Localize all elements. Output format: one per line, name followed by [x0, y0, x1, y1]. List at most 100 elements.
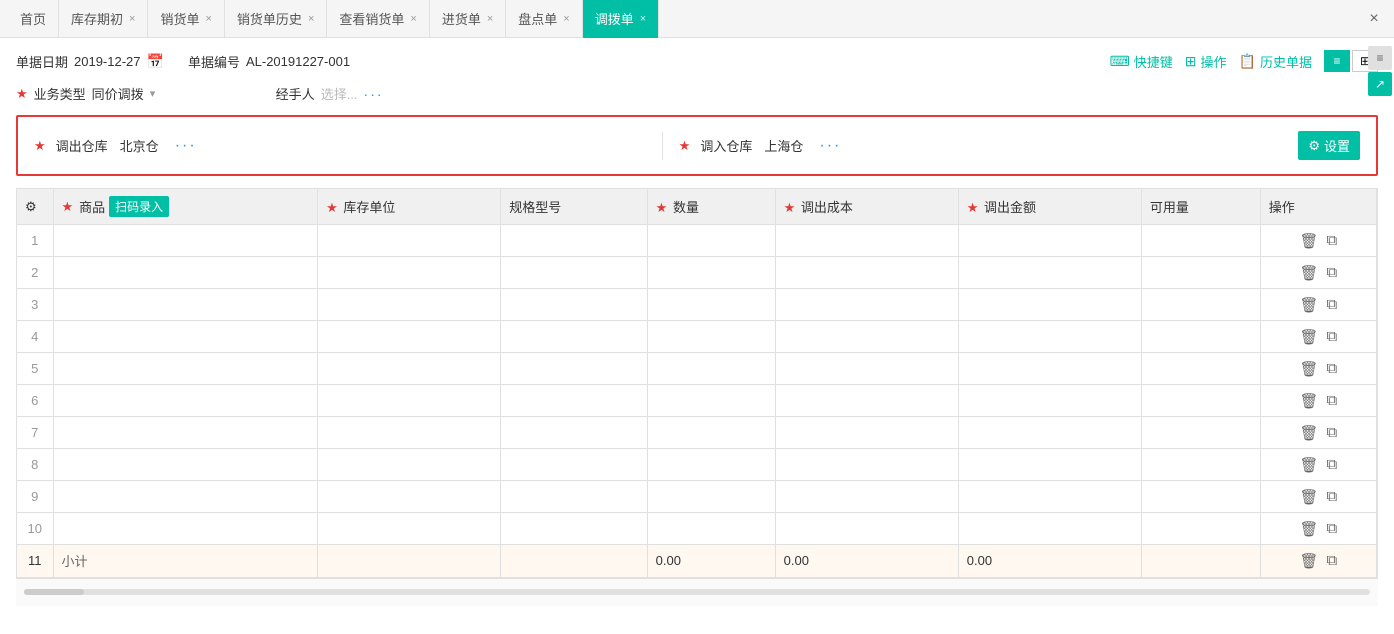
product-cell[interactable]	[53, 225, 318, 257]
copy-row-icon[interactable]: ⧉	[1327, 328, 1338, 345]
barcode-scan-button[interactable]: 扫码录入	[109, 196, 169, 217]
spec-cell[interactable]	[501, 417, 647, 449]
spec-cell[interactable]	[501, 257, 647, 289]
tab-sales-history[interactable]: 销货单历史 ×	[225, 0, 327, 38]
tab-inventory-check-close[interactable]: ×	[563, 13, 569, 25]
copy-row-icon[interactable]: ⧉	[1327, 520, 1338, 537]
delete-row-icon[interactable]: 🗑	[1299, 520, 1318, 538]
copy-row-icon[interactable]: ⧉	[1327, 456, 1338, 473]
transfer-cost-cell[interactable]	[775, 417, 958, 449]
copy-row-icon[interactable]: ⧉	[1327, 232, 1338, 249]
tab-transfer-order-close[interactable]: ×	[640, 13, 646, 25]
qty-cell[interactable]	[647, 225, 775, 257]
person-input[interactable]: 选择...	[321, 84, 358, 103]
product-cell[interactable]	[53, 289, 318, 321]
tab-view-sales[interactable]: 查看销货单 ×	[327, 0, 429, 38]
transfer-amount-cell[interactable]	[958, 321, 1141, 353]
transfer-amount-cell[interactable]	[958, 225, 1141, 257]
calendar-icon[interactable]: 📅	[147, 53, 164, 70]
unit-cell[interactable]	[318, 417, 501, 449]
operations-button[interactable]: ⊞ 操作	[1185, 52, 1227, 71]
product-cell[interactable]	[53, 417, 318, 449]
delete-row-icon[interactable]: 🗑	[1299, 264, 1318, 282]
delete-row-icon[interactable]: 🗑	[1299, 552, 1318, 570]
tab-sales-history-close[interactable]: ×	[308, 13, 314, 25]
transfer-cost-cell[interactable]	[775, 513, 958, 545]
unit-cell[interactable]	[318, 353, 501, 385]
spec-cell[interactable]	[501, 353, 647, 385]
spec-cell[interactable]	[501, 385, 647, 417]
tab-sales-order[interactable]: 销货单 ×	[148, 0, 224, 38]
spec-cell[interactable]	[501, 449, 647, 481]
tab-transfer-order[interactable]: 调拨单 ×	[583, 0, 659, 38]
copy-row-icon[interactable]: ⧉	[1327, 360, 1338, 377]
tab-inventory-init-close[interactable]: ×	[129, 13, 135, 25]
delete-row-icon[interactable]: 🗑	[1299, 424, 1318, 442]
product-cell[interactable]	[53, 481, 318, 513]
delete-row-icon[interactable]: 🗑	[1299, 232, 1318, 250]
person-more-button[interactable]: ···	[364, 86, 384, 102]
transfer-cost-cell[interactable]	[775, 353, 958, 385]
qty-cell[interactable]	[647, 417, 775, 449]
qty-cell[interactable]	[647, 385, 775, 417]
transfer-cost-cell[interactable]	[775, 225, 958, 257]
transfer-cost-cell[interactable]	[775, 385, 958, 417]
qty-cell[interactable]	[647, 513, 775, 545]
transfer-amount-cell[interactable]	[958, 289, 1141, 321]
spec-cell[interactable]	[501, 289, 647, 321]
list-view-button[interactable]: ≡	[1324, 50, 1350, 72]
product-cell[interactable]	[53, 321, 318, 353]
unit-cell[interactable]	[318, 385, 501, 417]
unit-cell[interactable]	[318, 513, 501, 545]
delete-row-icon[interactable]: 🗑	[1299, 392, 1318, 410]
unit-cell[interactable]	[318, 449, 501, 481]
unit-cell[interactable]	[318, 321, 501, 353]
transfer-cost-cell[interactable]	[775, 321, 958, 353]
delete-row-icon[interactable]: 🗑	[1299, 360, 1318, 378]
delete-row-icon[interactable]: 🗑	[1299, 456, 1318, 474]
transfer-amount-cell[interactable]	[958, 257, 1141, 289]
copy-row-icon[interactable]: ⧉	[1327, 392, 1338, 409]
shortcut-button[interactable]: ⌨ 快捷键	[1110, 52, 1173, 71]
delete-row-icon[interactable]: 🗑	[1299, 296, 1318, 314]
tab-inventory-check[interactable]: 盘点单 ×	[506, 0, 582, 38]
tab-home[interactable]: 首页	[8, 0, 59, 38]
spec-cell[interactable]	[501, 321, 647, 353]
qty-cell[interactable]	[647, 449, 775, 481]
scroll-track[interactable]	[24, 589, 1370, 595]
copy-row-icon[interactable]: ⧉	[1327, 552, 1338, 569]
transfer-cost-cell[interactable]	[775, 257, 958, 289]
product-cell[interactable]	[53, 353, 318, 385]
unit-cell[interactable]	[318, 289, 501, 321]
tab-view-sales-close[interactable]: ×	[410, 13, 416, 25]
tab-purchase-order[interactable]: 进货单 ×	[430, 0, 506, 38]
history-button[interactable]: 📋 历史单据	[1239, 52, 1312, 71]
transfer-cost-cell[interactable]	[775, 481, 958, 513]
qty-cell[interactable]	[647, 257, 775, 289]
product-cell[interactable]	[53, 385, 318, 417]
transfer-cost-cell[interactable]	[775, 289, 958, 321]
unit-cell[interactable]	[318, 257, 501, 289]
warehouse-in-more-button[interactable]: ···	[811, 137, 849, 155]
delete-row-icon[interactable]: 🗑	[1299, 328, 1318, 346]
copy-row-icon[interactable]: ⧉	[1327, 296, 1338, 313]
tab-sales-order-close[interactable]: ×	[205, 13, 211, 25]
unit-cell[interactable]	[318, 225, 501, 257]
qty-cell[interactable]	[647, 289, 775, 321]
transfer-cost-cell[interactable]	[775, 449, 958, 481]
spec-cell[interactable]	[501, 225, 647, 257]
delete-row-icon[interactable]: 🗑	[1299, 488, 1318, 506]
transfer-amount-cell[interactable]	[958, 353, 1141, 385]
copy-row-icon[interactable]: ⧉	[1327, 264, 1338, 281]
th-settings[interactable]: ⚙	[17, 189, 53, 225]
sidebar-list-button[interactable]: ≡	[1368, 46, 1392, 70]
spec-cell[interactable]	[501, 513, 647, 545]
qty-cell[interactable]	[647, 481, 775, 513]
transfer-amount-cell[interactable]	[958, 513, 1141, 545]
qty-cell[interactable]	[647, 353, 775, 385]
spec-cell[interactable]	[501, 481, 647, 513]
unit-cell[interactable]	[318, 481, 501, 513]
close-all-tabs-button[interactable]: ×	[1362, 7, 1386, 31]
product-cell[interactable]	[53, 257, 318, 289]
tab-purchase-order-close[interactable]: ×	[487, 13, 493, 25]
